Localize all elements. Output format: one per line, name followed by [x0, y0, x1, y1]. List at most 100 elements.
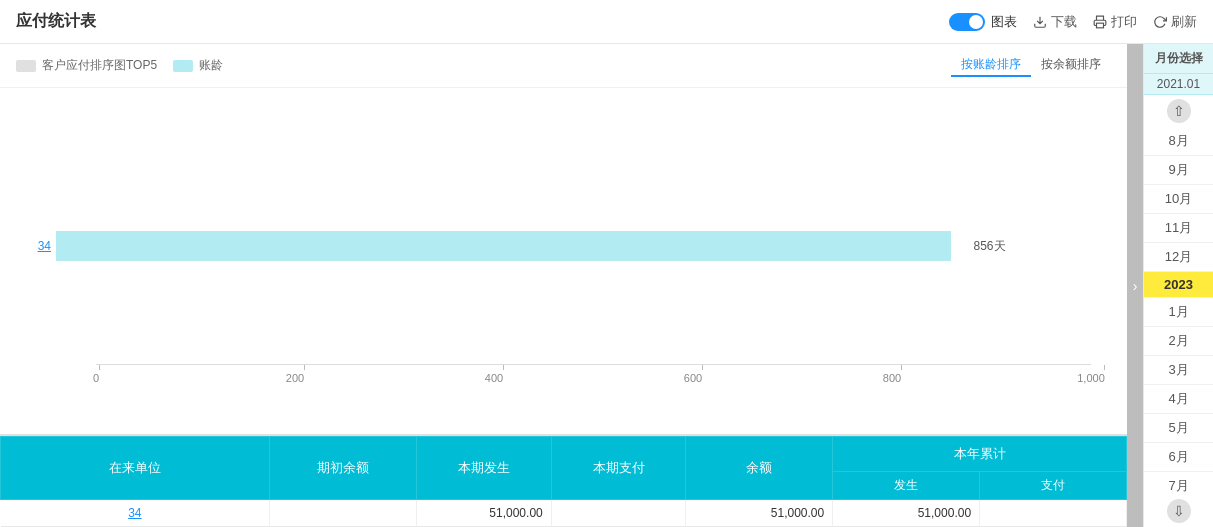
header-actions: 图表 下载 打印 刷新 [949, 13, 1197, 31]
sort-by-balance-button[interactable]: 按余额排序 [1031, 54, 1111, 77]
td-ytd-payment [980, 500, 1127, 527]
sidebar-year-2023[interactable]: 2023 [1144, 272, 1213, 298]
download-icon [1033, 15, 1047, 29]
th-ytd-occurrence: 发生 [833, 472, 980, 500]
th-ytd: 本年累计 [833, 437, 1127, 472]
sidebar-current-display: 2021.01 [1144, 74, 1213, 95]
x-tick-label-200: 200 [286, 372, 304, 384]
x-tick-200: 200 [295, 365, 313, 384]
x-tick-label-800: 800 [883, 372, 901, 384]
td-opening-balance [270, 500, 417, 527]
table-section: 在来单位 期初余额 本期发生 本期支付 余额 本年累计 发生 支付 [0, 434, 1127, 527]
refresh-icon [1153, 15, 1167, 29]
sidebar-month-5[interactable]: 5月 [1144, 414, 1213, 443]
refresh-button[interactable]: 刷新 [1153, 13, 1197, 31]
table-wrapper: 在来单位 期初余额 本期发生 本期支付 余额 本年累计 发生 支付 [0, 436, 1127, 527]
th-opening: 期初余额 [270, 437, 417, 500]
sidebar-month-6[interactable]: 6月 [1144, 443, 1213, 472]
x-tick-400: 400 [494, 365, 512, 384]
x-tick-line [99, 365, 100, 370]
x-tick-line [702, 365, 703, 370]
toggle-track[interactable] [949, 13, 985, 31]
main-content: 客户应付排序图TOP5 账龄 按账龄排序 按余额排序 [0, 44, 1213, 527]
sidebar-nav-up: ⇧ [1144, 95, 1213, 127]
sort-buttons: 按账龄排序 按余额排序 [951, 54, 1111, 77]
x-tick-label-600: 600 [684, 372, 702, 384]
x-tick-0: 0 [96, 365, 102, 384]
print-button[interactable]: 打印 [1093, 13, 1137, 31]
sidebar-month-11[interactable]: 11月 [1144, 214, 1213, 243]
sidebar-month-list: 8月 9月 10月 11月 12月 2023 1月 2月 3月 4月 5月 6月… [1144, 127, 1213, 495]
header: 应付统计表 图表 下载 打印 [0, 0, 1213, 44]
th-balance: 余额 [686, 437, 833, 500]
print-icon [1093, 15, 1107, 29]
sidebar-nav-down: ⇩ [1144, 495, 1213, 527]
x-tick-label-400: 400 [485, 372, 503, 384]
chart-canvas: 34 856天 0 [16, 98, 1111, 424]
x-tick-line [1104, 365, 1105, 370]
th-occurrence: 本期发生 [417, 437, 552, 500]
sidebar-month-7[interactable]: 7月 [1144, 472, 1213, 495]
sidebar-up-button[interactable]: ⇧ [1167, 99, 1191, 123]
chart-area: 客户应付排序图TOP5 账龄 按账龄排序 按余额排序 [0, 44, 1127, 434]
x-tick-line [503, 365, 504, 370]
sidebar-header: 月份选择 [1144, 44, 1213, 74]
sidebar-month-1[interactable]: 1月 [1144, 298, 1213, 327]
bar-fill-34: 856天 [56, 231, 951, 261]
refresh-label: 刷新 [1171, 13, 1197, 31]
bar-row: 34 856天 [56, 231, 1101, 261]
left-panel: 客户应付排序图TOP5 账龄 按账龄排序 按余额排序 [0, 44, 1127, 527]
divider-arrow[interactable]: › [1127, 44, 1143, 527]
page-title: 应付统计表 [16, 11, 96, 32]
app-container: 应付统计表 图表 下载 打印 [0, 0, 1213, 527]
legend-color-age [173, 60, 193, 72]
legend-item-top5: 客户应付排序图TOP5 [16, 57, 157, 74]
svg-rect-0 [1097, 23, 1104, 28]
legend-label-age: 账龄 [199, 57, 223, 74]
bar-label-34[interactable]: 34 [16, 239, 51, 253]
td-current-payment [551, 500, 686, 527]
download-label: 下载 [1051, 13, 1077, 31]
chart-body: 34 856天 0 [0, 88, 1127, 434]
table-header-row-1: 在来单位 期初余额 本期发生 本期支付 余额 本年累计 [1, 437, 1127, 472]
print-label: 打印 [1111, 13, 1137, 31]
sort-by-age-button[interactable]: 按账龄排序 [951, 54, 1031, 77]
x-tick-line [304, 365, 305, 370]
x-tick-label-0: 0 [93, 372, 99, 384]
x-tick-label-1000: 1,000 [1077, 372, 1105, 384]
sidebar-month-10[interactable]: 10月 [1144, 185, 1213, 214]
toggle-label: 图表 [991, 13, 1017, 31]
td-unit: 34 [1, 500, 270, 527]
sidebar-month-4[interactable]: 4月 [1144, 385, 1213, 414]
chart-toggle[interactable]: 图表 [949, 13, 1017, 31]
sidebar-month-3[interactable]: 3月 [1144, 356, 1213, 385]
x-tick-line [901, 365, 902, 370]
table-row: 34 51,000.00 51,000.00 51,000.00 [1, 500, 1127, 527]
legend-item-age: 账龄 [173, 57, 223, 74]
td-current-occurrence: 51,000.00 [417, 500, 552, 527]
download-button[interactable]: 下载 [1033, 13, 1077, 31]
chart-legend: 客户应付排序图TOP5 账龄 [16, 57, 223, 74]
x-tick-1000: 1,000 [1091, 365, 1119, 384]
sidebar-down-button[interactable]: ⇩ [1167, 499, 1191, 523]
sidebar-month-9[interactable]: 9月 [1144, 156, 1213, 185]
td-ytd-occurrence: 51,000.00 [833, 500, 980, 527]
data-table: 在来单位 期初余额 本期发生 本期支付 余额 本年累计 发生 支付 [0, 436, 1127, 527]
legend-color-top5 [16, 60, 36, 72]
bar-end-label-34: 856天 [973, 238, 1005, 255]
bar-chart: 34 856天 0 [56, 98, 1101, 394]
x-axis: 0 200 400 [96, 364, 1091, 394]
th-ytd-payment: 支付 [980, 472, 1127, 500]
sidebar-month-12[interactable]: 12月 [1144, 243, 1213, 272]
sidebar: 月份选择 2021.01 ⇧ 8月 9月 10月 11月 12月 2023 1月… [1143, 44, 1213, 527]
sidebar-month-8[interactable]: 8月 [1144, 127, 1213, 156]
unit-link[interactable]: 34 [128, 506, 141, 520]
legend-label-top5: 客户应付排序图TOP5 [42, 57, 157, 74]
toggle-thumb [969, 15, 983, 29]
th-unit: 在来单位 [1, 437, 270, 500]
td-balance: 51,000.00 [686, 500, 833, 527]
th-payment: 本期支付 [551, 437, 686, 500]
x-tick-600: 600 [693, 365, 711, 384]
sidebar-month-2[interactable]: 2月 [1144, 327, 1213, 356]
chart-header: 客户应付排序图TOP5 账龄 按账龄排序 按余额排序 [0, 44, 1127, 88]
